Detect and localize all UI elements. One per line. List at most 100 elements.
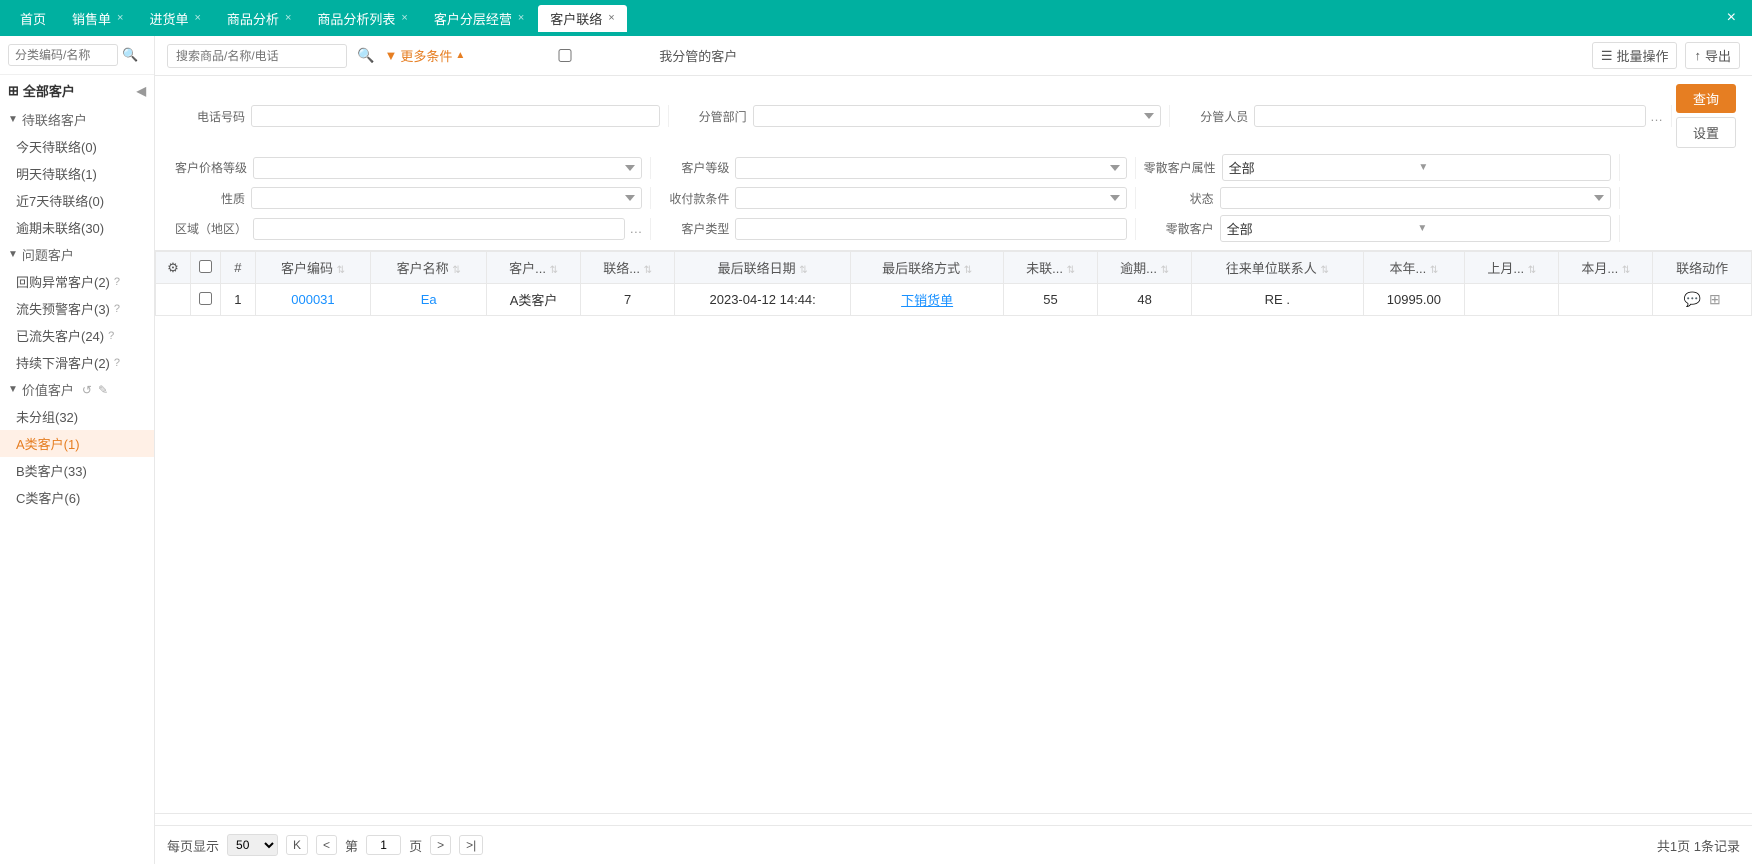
th-name[interactable]: 客户名称 ⇅ [371,252,487,284]
nav-tab-analysis[interactable]: 商品分析 × [215,5,303,32]
close-sales-tab[interactable]: × [117,12,123,24]
td-this-month [1559,284,1653,316]
select-all-checkbox[interactable] [199,260,212,273]
advanced-filters: 电话号码 分管部门 分管人员 … 查询 设置 [155,76,1752,251]
all-customers-header[interactable]: ⊞ 全部客户 ◀ [0,75,154,106]
sidebar-item-today[interactable]: 今天待联络(0) [0,133,154,160]
qr-icon[interactable]: ⊞ [1709,291,1721,308]
region-input[interactable] [253,218,625,240]
td-name[interactable]: Ea [371,284,487,316]
th-this-year[interactable]: 本年... ⇅ [1363,252,1465,284]
batch-ops-button[interactable]: ☰ 批量操作 [1592,42,1678,69]
sidebar-item-class-a[interactable]: A类客户(1) [0,430,154,457]
payment-select[interactable] [735,187,1126,209]
nature-select[interactable] [251,187,642,209]
close-analysis-tab[interactable]: × [285,12,291,24]
manager-dots[interactable]: … [1650,109,1663,124]
expand-icon: ▼ [8,249,18,260]
th-last-month[interactable]: 上月... ⇅ [1465,252,1559,284]
price-level-select[interactable] [253,157,642,179]
export-button[interactable]: ↑ 导出 [1685,42,1740,69]
group-value-customers[interactable]: ▼ 价值客户 ↺ ✎ [0,376,154,403]
th-overdue[interactable]: 逾期... ⇅ [1098,252,1192,284]
retail-attr-select[interactable]: 全部 ▼ [1222,154,1611,181]
manager-input[interactable] [1254,105,1646,127]
sidebar-item-churn-warning[interactable]: 流失预警客户(3) ? [0,295,154,322]
prev-page-button[interactable]: < [316,835,337,855]
filter-search-icon[interactable]: 🔍 [357,47,374,64]
close-analysis-list-tab[interactable]: × [401,12,407,24]
sort-icon: ⇅ [1161,265,1169,276]
td-num: 1 [221,284,256,316]
td-this-year: 10995.00 [1363,284,1465,316]
nav-tab-purchase[interactable]: 进货单 × [137,5,212,32]
th-contact-person[interactable]: 往来单位联系人 ⇅ [1192,252,1363,284]
search-input[interactable] [167,44,347,68]
row-checkbox[interactable] [199,292,212,305]
my-customers-checkbox-label[interactable]: 我分管的客户 [475,46,737,65]
region-dots[interactable]: … [629,221,642,236]
customer-type-input[interactable] [735,218,1126,240]
close-purchase-tab[interactable]: × [194,12,200,24]
td-checkbox[interactable] [191,284,221,316]
sidebar-item-class-c[interactable]: C类客户(6) [0,484,154,511]
sidebar-item-tomorrow[interactable]: 明天待联络(1) [0,160,154,187]
nav-tab-contact[interactable]: 客户联络 × [538,5,626,32]
horizontal-scrollbar[interactable] [155,813,1752,825]
sidebar-item-declining[interactable]: 持续下滑客户(2) ? [0,349,154,376]
customer-level-select[interactable] [735,157,1126,179]
sidebar-collapse-btn[interactable]: ◀ [137,84,146,98]
filter-manager: 分管人员 … [1170,105,1672,127]
sidebar-item-7days[interactable]: 近7天待联络(0) [0,187,154,214]
group-problem-customers[interactable]: ▼ 问题客户 [0,241,154,268]
refresh-icon[interactable]: ↺ [82,383,92,397]
query-button[interactable]: 查询 [1676,84,1736,113]
sidebar-item-class-b[interactable]: B类客户(33) [0,457,154,484]
close-crm-tab[interactable]: × [518,12,524,24]
retail-customer-select[interactable]: 全部 ▼ [1220,215,1611,242]
nav-tab-sales[interactable]: 销售单 × [60,5,135,32]
sidebar-item-overdue[interactable]: 逾期未联络(30) [0,214,154,241]
th-last-contact-date[interactable]: 最后联络日期 ⇅ [675,252,851,284]
last-page-button[interactable]: >| [459,835,483,855]
page-size-select[interactable]: 50 100 200 [227,834,278,856]
filter-row-3: 性质 收付款条件 状态 [167,187,1740,209]
phone-input[interactable] [251,105,660,127]
my-customers-checkbox[interactable] [475,49,655,62]
sidebar-search-icon[interactable]: 🔍 [122,47,138,63]
retail-customer-label: 零散客户 [1144,220,1214,237]
close-contact-tab[interactable]: × [608,12,614,24]
th-settings[interactable]: ⚙ [156,252,191,284]
td-last-contact-method[interactable]: 下销货单 [851,284,1004,316]
th-no-contact[interactable]: 未联... ⇅ [1004,252,1098,284]
th-contact-count[interactable]: 联络... ⇅ [581,252,675,284]
th-checkbox[interactable] [191,252,221,284]
sidebar-item-repurchase-abnormal[interactable]: 回购异常客户(2) ? [0,268,154,295]
chevron-icon: ▲ [455,50,465,61]
filter-customer-level: 客户等级 [651,157,1135,179]
th-code[interactable]: 客户编码 ⇅ [255,252,371,284]
status-select[interactable] [1220,187,1611,209]
th-last-contact-method[interactable]: 最后联络方式 ⇅ [851,252,1004,284]
chevron-down-icon: ▼ [1418,162,1604,173]
group-pending-contact[interactable]: ▼ 待联络客户 [0,106,154,133]
sidebar-item-churned[interactable]: 已流失客户(24) ? [0,322,154,349]
page-number-input[interactable] [366,835,401,855]
dept-select[interactable] [753,105,1162,127]
sidebar-item-unclassified[interactable]: 未分组(32) [0,403,154,430]
th-customer-type[interactable]: 客户... ⇅ [487,252,581,284]
window-close-button[interactable]: × [1719,5,1744,31]
nav-home[interactable]: 首页 [8,5,58,32]
next-page-button[interactable]: > [430,835,451,855]
help-icon: ? [108,330,114,342]
th-this-month[interactable]: 本月... ⇅ [1559,252,1653,284]
chat-icon[interactable]: 💬 [1684,291,1701,308]
edit-icon[interactable]: ✎ [98,383,108,397]
sidebar-search-input[interactable] [8,44,118,66]
first-page-button[interactable]: K [286,835,308,855]
more-filters-button[interactable]: ▼ 更多条件 ▲ [384,46,465,65]
td-code[interactable]: 000031 [255,284,371,316]
nav-tab-analysis-list[interactable]: 商品分析列表 × [305,5,419,32]
nav-tab-crm[interactable]: 客户分层经营 × [422,5,536,32]
settings-button[interactable]: 设置 [1676,117,1736,148]
